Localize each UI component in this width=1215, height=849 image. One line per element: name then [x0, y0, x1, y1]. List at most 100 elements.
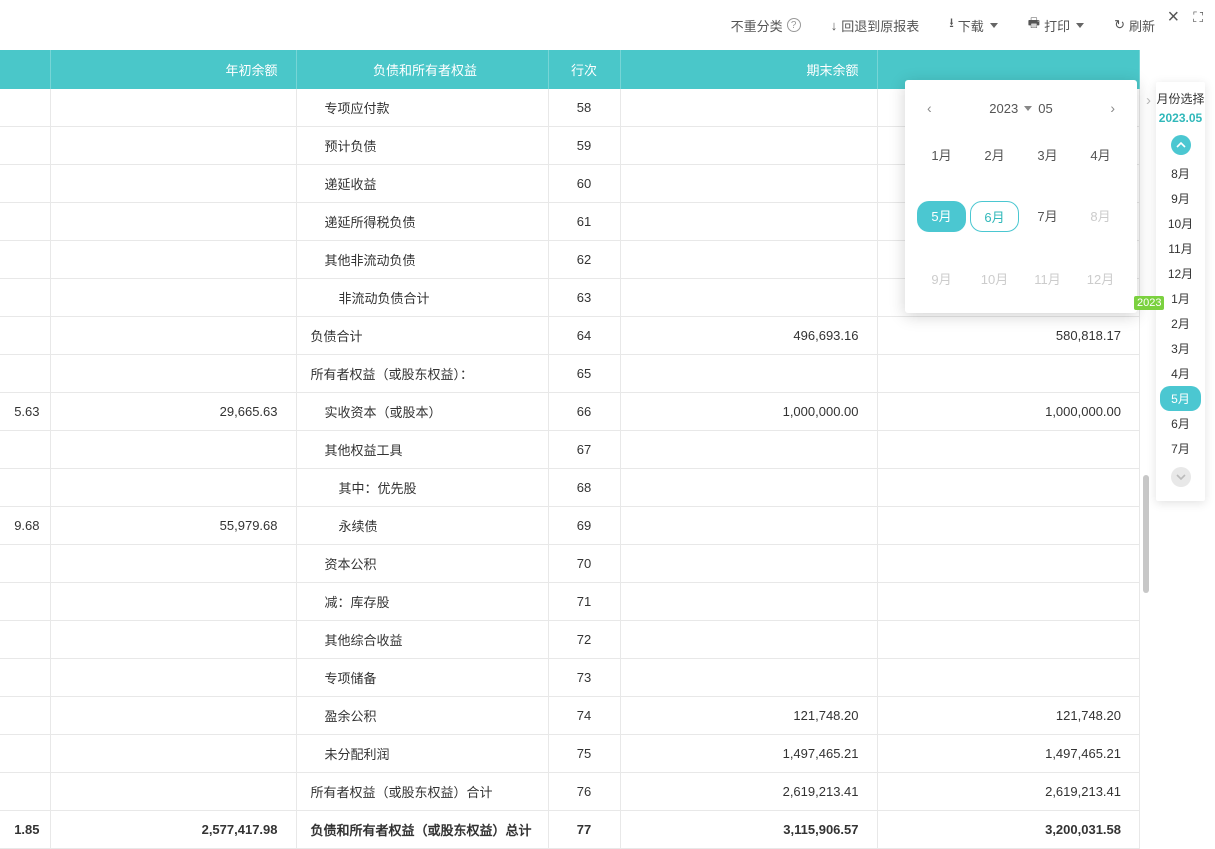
month-quick-item[interactable]: 7月 [1160, 436, 1201, 461]
month-quick-item[interactable]: 8月 [1160, 161, 1201, 186]
month-quick-item[interactable]: 3月 [1160, 336, 1201, 361]
cell-yleft [0, 697, 50, 735]
month-quick-item[interactable]: 1月 [1160, 286, 1201, 311]
chevron-down-icon [1024, 106, 1032, 111]
print-icon: 🖶 [1028, 14, 1040, 36]
month-quick-item[interactable]: 5月 [1160, 386, 1201, 411]
cell-yleft [0, 203, 50, 241]
month-quick-item[interactable]: 4月 [1160, 361, 1201, 386]
cell-yleft [0, 165, 50, 203]
month-option[interactable]: 6月 [970, 201, 1019, 232]
cell-extra: 1,000,000.00 [877, 393, 1140, 431]
cell-extra: 121,748.20 [877, 697, 1140, 735]
cell-item: 非流动负债合计 [296, 279, 548, 317]
cell-ystart [50, 697, 296, 735]
cell-line: 73 [548, 659, 620, 697]
cell-ystart [50, 203, 296, 241]
back-button[interactable]: ↓ 回退到原报表 [831, 16, 920, 35]
th-ystart: 年初余额 [50, 50, 296, 89]
download-icon: ⭳ [949, 14, 954, 36]
refresh-icon: ↻ [1114, 17, 1125, 33]
month-quick-item[interactable]: 12月 [1160, 261, 1201, 286]
cell-line: 75 [548, 735, 620, 773]
month-panel-down[interactable] [1171, 467, 1191, 487]
prev-year-button[interactable]: ‹ [921, 96, 938, 120]
fullscreen-icon[interactable]: ⛶ [1193, 9, 1203, 26]
cell-line: 72 [548, 621, 620, 659]
cell-end [620, 89, 877, 127]
cell-item: 负债和所有者权益（或股东权益）总计 [296, 811, 548, 849]
month-option[interactable]: 5月 [917, 201, 966, 232]
cell-line: 74 [548, 697, 620, 735]
cell-extra [877, 469, 1140, 507]
table-row[interactable]: 其他综合收益72 [0, 621, 1140, 659]
chevron-right-icon[interactable]: › [1146, 92, 1151, 109]
download-button[interactable]: ⭳ 下载 [949, 14, 998, 36]
next-year-button[interactable]: › [1104, 96, 1121, 120]
th-end: 期末余额 [620, 50, 877, 89]
cell-item: 递延所得税负债 [296, 203, 548, 241]
cell-item: 专项应付款 [296, 89, 548, 127]
scrollbar-vertical[interactable] [1143, 475, 1149, 593]
month-quick-item[interactable]: 11月 [1160, 236, 1201, 261]
picker-year-month[interactable]: 2023 05 [989, 101, 1052, 116]
month-option[interactable]: 2月 [970, 140, 1019, 169]
cell-line: 64 [548, 317, 620, 355]
table-row[interactable]: 减：库存股71 [0, 583, 1140, 621]
month-option[interactable]: 7月 [1023, 201, 1072, 232]
month-quick-item[interactable]: 9月 [1160, 186, 1201, 211]
table-row[interactable]: 未分配利润751,497,465.211,497,465.21 [0, 735, 1140, 773]
cell-item: 专项储备 [296, 659, 548, 697]
refresh-label: 刷新 [1129, 16, 1155, 35]
cell-item: 未分配利润 [296, 735, 548, 773]
close-icon[interactable]: × [1168, 6, 1180, 29]
month-option: 9月 [917, 264, 966, 293]
cell-ystart [50, 583, 296, 621]
cell-end [620, 203, 877, 241]
month-quick-item[interactable]: 6月 [1160, 411, 1201, 436]
cell-end: 1,497,465.21 [620, 735, 877, 773]
cell-ystart [50, 127, 296, 165]
back-label: 回退到原报表 [841, 16, 919, 35]
table-row[interactable]: 资本公积70 [0, 545, 1140, 583]
cell-extra [877, 583, 1140, 621]
cell-item: 其他综合收益 [296, 621, 548, 659]
cell-end: 1,000,000.00 [620, 393, 877, 431]
refresh-button[interactable]: ↻ 刷新 [1114, 16, 1155, 35]
cell-end [620, 355, 877, 393]
noclass-toggle[interactable]: 不重分类 ? [731, 16, 801, 35]
month-quick-item[interactable]: 10月 [1160, 211, 1201, 236]
th-line: 行次 [548, 50, 620, 89]
print-button[interactable]: 🖶 打印 [1028, 14, 1084, 36]
table-row[interactable]: 9.6855,979.68永续债69 [0, 507, 1140, 545]
table-row[interactable]: 所有者权益（或股东权益）：65 [0, 355, 1140, 393]
cell-end [620, 621, 877, 659]
month-quick-item[interactable]: 2月 [1160, 311, 1201, 336]
table-row[interactable]: 盈余公积74121,748.20121,748.20 [0, 697, 1140, 735]
cell-end [620, 127, 877, 165]
table-row[interactable]: 5.6329,665.63实收资本（或股本）661,000,000.001,00… [0, 393, 1140, 431]
cell-yleft [0, 659, 50, 697]
month-option[interactable]: 1月 [917, 140, 966, 169]
cell-yleft [0, 735, 50, 773]
cell-yleft: 1.85 [0, 811, 50, 849]
table-row[interactable]: 1.852,577,417.98负债和所有者权益（或股东权益）总计773,115… [0, 811, 1140, 849]
table-row[interactable]: 其他权益工具67 [0, 431, 1140, 469]
month-option[interactable]: 4月 [1076, 140, 1125, 169]
help-icon[interactable]: ? [787, 18, 801, 32]
cell-line: 58 [548, 89, 620, 127]
th-item: 负债和所有者权益 [296, 50, 548, 89]
cell-end: 121,748.20 [620, 697, 877, 735]
cell-yleft [0, 583, 50, 621]
month-panel-up[interactable] [1171, 135, 1191, 155]
table-row[interactable]: 所有者权益（或股东权益）合计762,619,213.412,619,213.41 [0, 773, 1140, 811]
month-option[interactable]: 3月 [1023, 140, 1072, 169]
download-label: 下载 [958, 16, 984, 35]
table-row[interactable]: 负债合计64496,693.16580,818.17 [0, 317, 1140, 355]
cell-extra [877, 659, 1140, 697]
cell-ystart [50, 279, 296, 317]
cell-end [620, 545, 877, 583]
table-row[interactable]: 专项储备73 [0, 659, 1140, 697]
table-row[interactable]: 其中：优先股68 [0, 469, 1140, 507]
toolbar: 不重分类 ? ↓ 回退到原报表 ⭳ 下载 🖶 打印 ↻ 刷新 [0, 0, 1215, 50]
